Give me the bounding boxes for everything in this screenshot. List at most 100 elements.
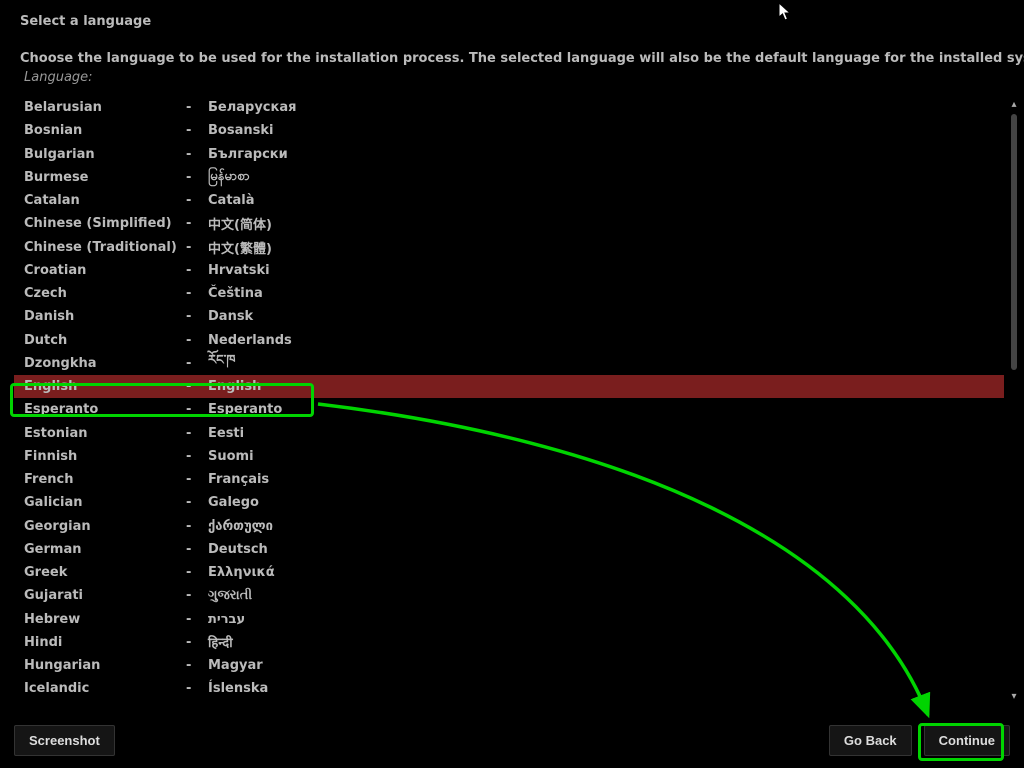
list-item[interactable]: Greek-Ελληνικά xyxy=(14,561,1004,584)
list-item[interactable]: Finnish-Suomi xyxy=(14,445,1004,468)
list-item[interactable]: Esperanto-Esperanto xyxy=(14,398,1004,421)
separator: - xyxy=(186,519,208,534)
language-native-name: 中文(简体) xyxy=(208,214,1004,233)
language-english-name: Dzongkha xyxy=(24,356,186,371)
language-native-name: Magyar xyxy=(208,658,1004,673)
language-native-name: ગુજરાતી xyxy=(208,588,1004,603)
language-english-name: Catalan xyxy=(24,193,186,208)
separator: - xyxy=(186,658,208,673)
separator: - xyxy=(186,542,208,557)
list-item[interactable]: French-Français xyxy=(14,468,1004,491)
language-english-name: Hungarian xyxy=(24,658,186,673)
list-item[interactable]: Dzongkha-རོང་ཁ xyxy=(14,352,1004,375)
language-native-name: རོང་ཁ xyxy=(208,345,1004,382)
list-item[interactable]: German-Deutsch xyxy=(14,538,1004,561)
language-english-name: Burmese xyxy=(24,170,186,185)
language-english-name: Bulgarian xyxy=(24,147,186,162)
separator: - xyxy=(186,123,208,138)
language-native-name: Български xyxy=(208,147,1004,162)
list-item[interactable]: Gujarati-ગુજરાતી xyxy=(14,584,1004,607)
language-english-name: Hebrew xyxy=(24,612,186,627)
scroll-thumb[interactable] xyxy=(1011,114,1017,370)
list-item[interactable]: Catalan-Català xyxy=(14,189,1004,212)
separator: - xyxy=(186,612,208,627)
language-english-name: Greek xyxy=(24,565,186,580)
language-english-name: Icelandic xyxy=(24,681,186,696)
scrollbar[interactable]: ▴ ▾ xyxy=(1008,100,1020,704)
separator: - xyxy=(186,240,208,255)
list-item[interactable]: Hindi-हिन्दी xyxy=(14,631,1004,654)
list-item[interactable]: Hungarian-Magyar xyxy=(14,654,1004,677)
page-description: Choose the language to be used for the i… xyxy=(20,51,1004,66)
separator: - xyxy=(186,356,208,371)
separator: - xyxy=(186,495,208,510)
separator: - xyxy=(186,263,208,278)
language-english-name: Chinese (Simplified) xyxy=(24,216,186,231)
list-item[interactable]: Chinese (Simplified)-中文(简体) xyxy=(14,212,1004,235)
language-native-name: ქართული xyxy=(208,519,1004,534)
language-english-name: Dutch xyxy=(24,333,186,348)
list-item[interactable]: Burmese-မြန်မာစာ xyxy=(14,166,1004,189)
language-english-name: English xyxy=(24,379,186,394)
separator: - xyxy=(186,170,208,185)
language-native-name: Deutsch xyxy=(208,542,1004,557)
separator: - xyxy=(186,309,208,324)
list-item[interactable]: Chinese (Traditional)-中文(繁體) xyxy=(14,236,1004,259)
language-native-name: עברית xyxy=(208,612,1004,627)
language-english-name: Czech xyxy=(24,286,186,301)
language-native-name: हिन्दी xyxy=(208,633,1004,651)
separator: - xyxy=(186,147,208,162)
list-item[interactable]: Bulgarian-Български xyxy=(14,143,1004,166)
continue-button[interactable]: Continue xyxy=(924,725,1010,756)
separator: - xyxy=(186,449,208,464)
language-native-name: Français xyxy=(208,472,1004,487)
list-item[interactable]: Hebrew-עברית xyxy=(14,608,1004,631)
list-item[interactable]: Croatian-Hrvatski xyxy=(14,259,1004,282)
separator: - xyxy=(186,681,208,696)
list-item[interactable]: Czech-Čeština xyxy=(14,282,1004,305)
go-back-button[interactable]: Go Back xyxy=(829,725,912,756)
separator: - xyxy=(186,588,208,603)
separator: - xyxy=(186,193,208,208)
language-native-name: Hrvatski xyxy=(208,263,1004,278)
list-item[interactable]: Galician-Galego xyxy=(14,491,1004,514)
language-native-name: Suomi xyxy=(208,449,1004,464)
list-item[interactable]: Estonian-Eesti xyxy=(14,422,1004,445)
language-native-name: Беларуская xyxy=(208,100,1004,115)
list-item[interactable]: English-English xyxy=(14,375,1004,398)
separator: - xyxy=(186,472,208,487)
separator: - xyxy=(186,402,208,417)
language-native-name: Galego xyxy=(208,495,1004,510)
language-native-name: 中文(繁體) xyxy=(208,238,1004,257)
separator: - xyxy=(186,635,208,650)
language-native-name: English xyxy=(208,379,1004,394)
screenshot-button[interactable]: Screenshot xyxy=(14,725,115,756)
language-native-name: Català xyxy=(208,193,1004,208)
scroll-up-icon[interactable]: ▴ xyxy=(1008,100,1020,112)
page-title: Select a language xyxy=(20,14,1004,29)
language-english-name: Bosnian xyxy=(24,123,186,138)
language-listbox[interactable]: Belarusian-БеларускаяBosnian-BosanskiBul… xyxy=(14,96,1004,708)
language-english-name: Georgian xyxy=(24,519,186,534)
list-item[interactable]: Bosnian-Bosanski xyxy=(14,119,1004,142)
list-item[interactable]: Danish-Dansk xyxy=(14,305,1004,328)
language-native-name: Íslenska xyxy=(208,681,1004,696)
separator: - xyxy=(186,333,208,348)
list-item[interactable]: Georgian-ქართული xyxy=(14,515,1004,538)
separator: - xyxy=(186,100,208,115)
language-native-name: Bosanski xyxy=(208,123,1004,138)
language-english-name: Finnish xyxy=(24,449,186,464)
separator: - xyxy=(186,426,208,441)
language-english-name: Gujarati xyxy=(24,588,186,603)
language-english-name: Galician xyxy=(24,495,186,510)
list-item[interactable]: Icelandic-Íslenska xyxy=(14,677,1004,700)
language-english-name: German xyxy=(24,542,186,557)
language-english-name: Croatian xyxy=(24,263,186,278)
separator: - xyxy=(186,216,208,231)
language-english-name: Esperanto xyxy=(24,402,186,417)
separator: - xyxy=(186,286,208,301)
language-label: Language: xyxy=(24,70,1004,85)
list-item[interactable]: Belarusian-Беларуская xyxy=(14,96,1004,119)
language-native-name: Eesti xyxy=(208,426,1004,441)
scroll-down-icon[interactable]: ▾ xyxy=(1008,692,1020,704)
